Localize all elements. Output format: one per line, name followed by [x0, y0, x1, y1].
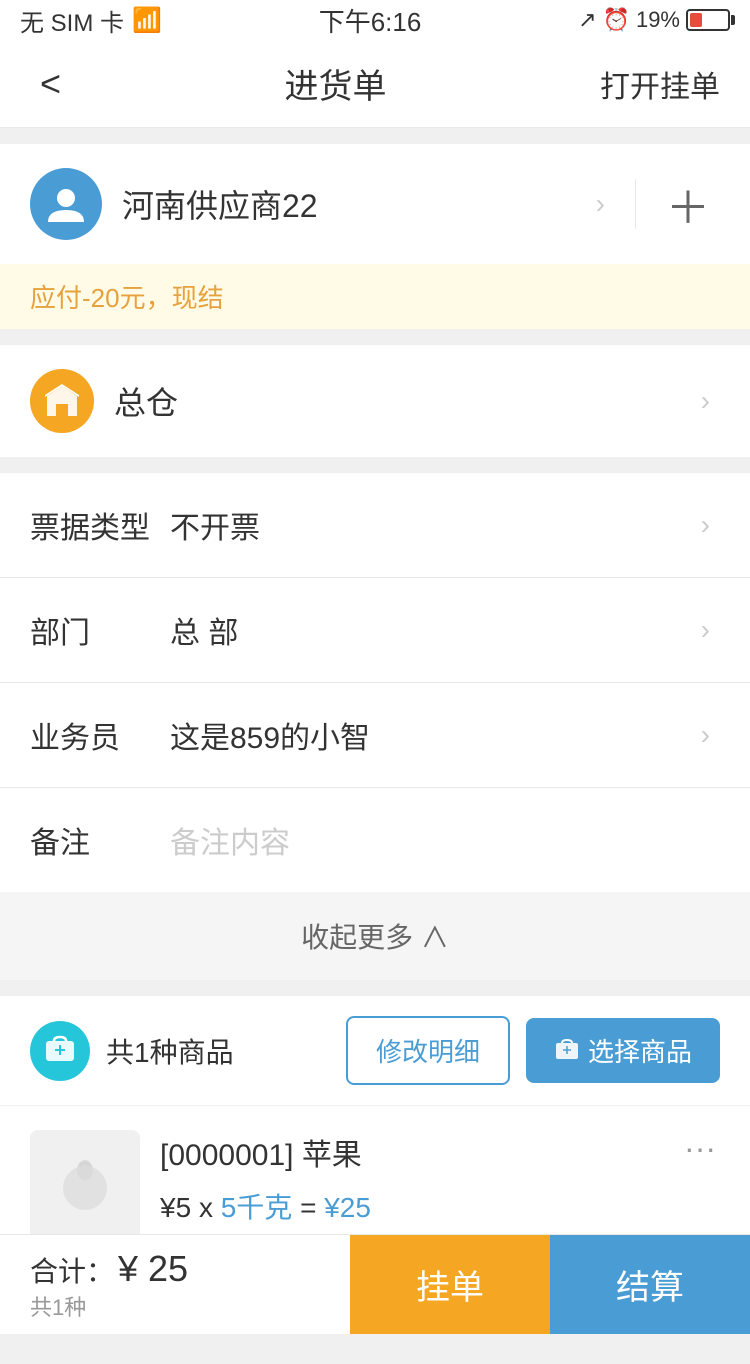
- page-title: 进货单: [285, 59, 387, 108]
- staff-label: 业务员: [30, 713, 150, 757]
- form-section: 票据类型 不开票 › 部门 总 部 › 业务员 这是859的小智 › 备注 备注…: [0, 473, 750, 892]
- status-right: ↗ ⏰ 19%: [578, 7, 730, 33]
- add-supplier-button[interactable]: ＋: [656, 172, 720, 236]
- carrier-text: 无 SIM 卡: [20, 3, 124, 38]
- dept-row[interactable]: 部门 总 部 ›: [0, 578, 750, 682]
- product-more-button[interactable]: ···: [680, 1130, 720, 1167]
- divider-2: [0, 329, 750, 345]
- product-title: 苹果: [302, 1139, 362, 1172]
- total-amount: ¥ 25: [118, 1248, 188, 1290]
- staff-row[interactable]: 业务员 这是859的小智 ›: [0, 683, 750, 787]
- battery-icon: [686, 9, 730, 31]
- warehouse-icon: [30, 369, 94, 433]
- divider-1: [0, 128, 750, 144]
- staff-value: 这是859的小智: [150, 713, 701, 757]
- back-button[interactable]: <: [30, 53, 71, 115]
- status-bar: 无 SIM 卡 📶 下午6:16 ↗ ⏰ 19%: [0, 0, 750, 40]
- remark-label: 备注: [30, 818, 150, 862]
- bottom-bar: 合计： ¥ 25 共1种 挂单 结算: [0, 1234, 750, 1334]
- status-left: 无 SIM 卡 📶: [20, 3, 162, 38]
- checkout-button[interactable]: 结算: [550, 1235, 750, 1334]
- location-icon: ↗: [578, 7, 596, 33]
- product-qty: 5千克: [221, 1192, 293, 1223]
- product-thumbnail: [30, 1130, 140, 1240]
- products-header: 共1种商品 修改明细 选择商品: [0, 996, 750, 1105]
- status-time: 下午6:16: [319, 2, 422, 39]
- product-code: [0000001]: [160, 1139, 293, 1172]
- wifi-icon: 📶: [132, 6, 162, 35]
- product-info: [0000001] 苹果 ¥5 x 5千克 = ¥25: [160, 1130, 660, 1226]
- select-product-button[interactable]: 选择商品: [526, 1018, 720, 1083]
- supplier-section: 河南供应商22 › ＋ 应付-20元，现结: [0, 144, 750, 329]
- product-price: ¥5 x 5千克 = ¥25: [160, 1186, 660, 1226]
- supplier-avatar: [30, 168, 102, 240]
- price-value: ¥5: [160, 1192, 191, 1223]
- total-count: 共1种: [30, 1290, 320, 1322]
- remark-row[interactable]: 备注 备注内容: [0, 788, 750, 892]
- hang-button[interactable]: 挂单: [350, 1235, 550, 1334]
- remark-placeholder: 备注内容: [150, 818, 720, 862]
- warehouse-name: 总仓: [114, 378, 701, 424]
- dept-value: 总 部: [150, 608, 701, 652]
- edit-detail-button[interactable]: 修改明细: [346, 1016, 510, 1085]
- invoice-label: 票据类型: [30, 503, 150, 547]
- divider-3: [0, 457, 750, 473]
- invoice-row[interactable]: 票据类型 不开票 ›: [0, 473, 750, 577]
- products-icon: [30, 1021, 90, 1081]
- invoice-chevron-icon: ›: [701, 509, 710, 541]
- staff-chevron-icon: ›: [701, 719, 710, 751]
- battery-percent: 19%: [636, 7, 680, 33]
- supplier-row[interactable]: 河南供应商22 › ＋: [0, 144, 750, 264]
- dept-label: 部门: [30, 608, 150, 652]
- product-total: ¥25: [324, 1192, 371, 1223]
- divider-4: [0, 980, 750, 996]
- alarm-icon: ⏰: [603, 7, 630, 33]
- collapse-button[interactable]: 收起更多 ∧: [0, 892, 750, 980]
- supplier-divider: [635, 179, 636, 229]
- warehouse-section: 总仓 ›: [0, 345, 750, 457]
- warehouse-row[interactable]: 总仓 ›: [0, 345, 750, 457]
- warehouse-chevron-icon: ›: [701, 385, 710, 417]
- invoice-value: 不开票: [150, 503, 701, 547]
- total-section: 合计： ¥ 25 共1种: [0, 1235, 350, 1334]
- open-hang-button[interactable]: 打开挂单: [600, 62, 720, 106]
- supplier-chevron-icon: ›: [596, 188, 605, 220]
- price-separator: x: [199, 1192, 221, 1223]
- equals: =: [300, 1192, 324, 1223]
- products-count: 共1种商品: [106, 1031, 330, 1071]
- nav-bar: < 进货单 打开挂单: [0, 40, 750, 128]
- select-product-label: 选择商品: [588, 1032, 692, 1069]
- dept-chevron-icon: ›: [701, 614, 710, 646]
- supplier-alert: 应付-20元，现结: [0, 264, 750, 329]
- total-label: 合计：: [30, 1250, 114, 1290]
- product-name: [0000001] 苹果: [160, 1130, 660, 1174]
- supplier-name: 河南供应商22: [122, 181, 596, 227]
